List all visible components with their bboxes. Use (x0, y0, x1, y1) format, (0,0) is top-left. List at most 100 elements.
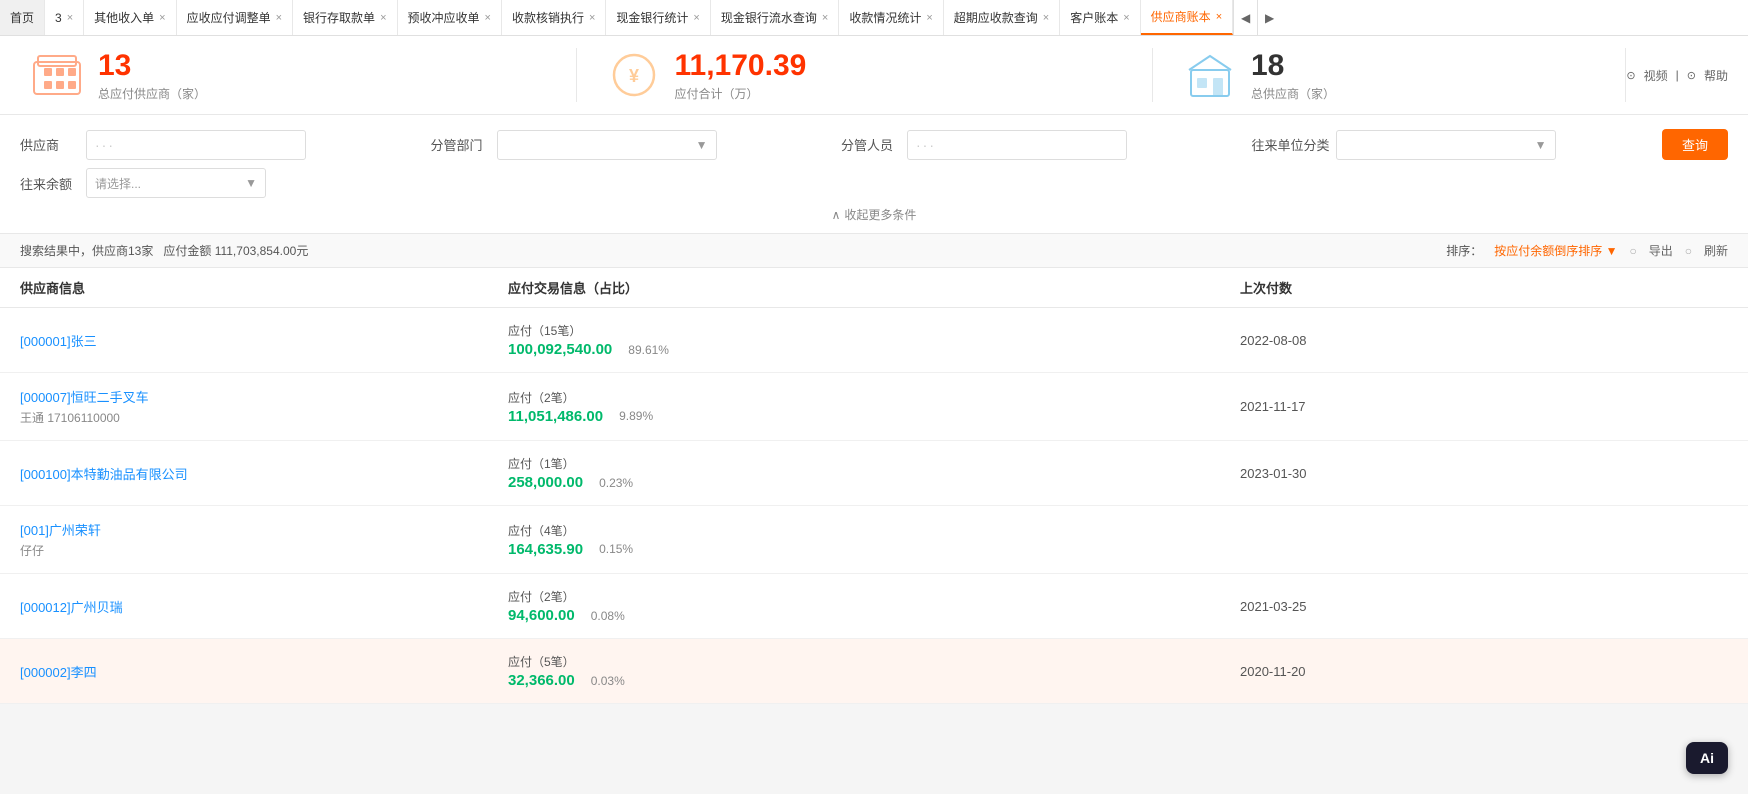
tx-label-5: 应付（2笔） (508, 588, 1240, 605)
table-row: [000001]张三 应付（15笔） 100,092,540.00 89.61%… (0, 308, 1748, 373)
tx-percent-1: 89.61% (628, 343, 669, 357)
nav-customer-account[interactable]: 客户账本 × (1060, 0, 1140, 35)
nav-payable-adjust-close[interactable]: × (276, 12, 282, 24)
supplier-link-4[interactable]: [001]广州荣轩 (20, 523, 101, 538)
chevron-down-icon-3: ▼ (245, 176, 257, 190)
nav-cash-bank-stat-close[interactable]: × (693, 12, 699, 24)
chevron-down-icon-2: ▼ (1535, 138, 1547, 152)
supplier-cell: [000001]张三 (20, 331, 508, 350)
filter-unit-class-select[interactable]: ▼ (1336, 130, 1556, 160)
top-navigation: 首页 3 × 其他收入单 × 应收应付调整单 × 银行存取款单 × 预收冲应收单… (0, 0, 1748, 36)
col-tx-info: 应付交易信息（占比） (508, 278, 1240, 297)
supplier-link-3[interactable]: [000100]本特勤油品有限公司 (20, 467, 188, 482)
stats-row: 13 总应付供应商（家） ¥ 11,170.39 应付合计（万） 18 (0, 36, 1748, 115)
filter-supplier-input[interactable]: ··· (86, 130, 306, 160)
tx-cell-2: 应付（2笔） 11,051,486.00 9.89% (508, 389, 1240, 425)
collapse-row[interactable]: ∧ 收起更多条件 (20, 206, 1728, 223)
last-pay-6: 2020-11-20 (1240, 664, 1728, 679)
supplier-link-1[interactable]: [000001]张三 (20, 334, 97, 349)
nav-supplier-account-label: 供应商账本 (1151, 8, 1211, 25)
tx-percent-3: 0.23% (599, 476, 633, 490)
ai-badge-label: Ai (1700, 750, 1714, 766)
tx-label-4: 应付（4笔） (508, 522, 1240, 539)
sort-value[interactable]: 按应付余额倒序排序 ▼ (1494, 242, 1617, 259)
stat-payable-amount-label: 应付合计（万） (675, 85, 807, 102)
tx-percent-6: 0.03% (591, 674, 625, 688)
filter-balance-label: 往来余额 (20, 174, 80, 193)
nav-supplier-account-close[interactable]: × (1216, 11, 1222, 23)
store-icon (1183, 48, 1237, 102)
nav-collect-stat[interactable]: 收款情况统计 × (839, 0, 943, 35)
tx-label-3: 应付（1笔） (508, 455, 1240, 472)
supplier-cell-2: [000007]恒旺二手叉车 王通 17106110000 (20, 387, 508, 426)
filter-dept-label: 分管部门 (431, 135, 491, 154)
svg-text:¥: ¥ (628, 66, 638, 86)
nav-collect-execute-close[interactable]: × (589, 12, 595, 24)
circle-icon-video: ⊙ (1626, 69, 1635, 82)
filter-balance-select[interactable]: 请选择... ▼ (86, 168, 266, 198)
nav-tab3-label: 3 (55, 11, 62, 25)
filter-person-input[interactable]: ··· (907, 130, 1127, 160)
result-amount: 应付金额 111,703,854.00元 (163, 242, 308, 259)
nav-bank-deposit[interactable]: 银行存取款单 × (293, 0, 397, 35)
nav-cash-bank-stat[interactable]: 现金银行统计 × (606, 0, 710, 35)
filter-dept: 分管部门 ▼ (431, 130, 832, 160)
nav-collect-execute[interactable]: 收款核销执行 × (502, 0, 606, 35)
tx-cell-1: 应付（15笔） 100,092,540.00 89.61% (508, 322, 1240, 358)
filter-balance-placeholder: 请选择... (95, 175, 141, 192)
filter-row-1: 供应商 ··· 分管部门 ▼ 分管人员 ··· 往来单位分类 ▼ (20, 129, 1728, 160)
filter-person-label: 分管人员 (841, 135, 901, 154)
supplier-link-6[interactable]: [000002]李四 (20, 665, 97, 680)
tx-amount-3[interactable]: 258,000.00 (508, 474, 583, 491)
query-button[interactable]: 查询 (1662, 129, 1728, 160)
nav-tab3-close[interactable]: × (67, 12, 73, 24)
nav-cash-bank-flow[interactable]: 现金银行流水查询 × (711, 0, 839, 35)
result-bar: 搜索结果中，供应商13家 应付金额 111,703,854.00元 排序： 按应… (0, 234, 1748, 268)
table-row: [000100]本特勤油品有限公司 应付（1笔） 258,000.00 0.23… (0, 441, 1748, 506)
ai-badge[interactable]: Ai (1686, 742, 1728, 774)
nav-supplier-account[interactable]: 供应商账本 × (1141, 0, 1233, 35)
tx-amount-4[interactable]: 164,635.90 (508, 541, 583, 558)
tx-amount-6[interactable]: 32,366.00 (508, 672, 575, 689)
filter-supplier: 供应商 ··· (20, 130, 421, 160)
nav-other-income[interactable]: 其他收入单 × (84, 0, 176, 35)
tx-row-2: 11,051,486.00 9.89% (508, 408, 1240, 425)
nav-advance-collect-close[interactable]: × (485, 12, 491, 24)
filter-dept-select[interactable]: ▼ (497, 130, 717, 160)
tx-amount-1[interactable]: 100,092,540.00 (508, 341, 612, 358)
video-link[interactable]: 视频 (1644, 67, 1668, 84)
nav-other-income-close[interactable]: × (159, 12, 165, 24)
nav-arrow-left[interactable]: ◀ (1233, 0, 1257, 35)
nav-home[interactable]: 首页 (0, 0, 45, 35)
stat-payable-suppliers-number: 13 (98, 49, 206, 82)
nav-payable-adjust[interactable]: 应收应付调整单 × (177, 0, 293, 35)
supplier-cell-4: [001]广州荣轩 仔仔 (20, 520, 508, 559)
collapse-icon: ∧ (832, 208, 841, 222)
nav-arrow-right[interactable]: ▶ (1257, 0, 1281, 35)
supplier-link-5[interactable]: [000012]广州贝瑞 (20, 600, 123, 615)
nav-bank-deposit-close[interactable]: × (380, 12, 386, 24)
table-row: [000012]广州贝瑞 应付（2笔） 94,600.00 0.08% 2021… (0, 574, 1748, 639)
sort-arrow-icon: ▼ (1606, 244, 1618, 258)
refresh-icon: ○ (1685, 244, 1692, 258)
nav-overdue-collect[interactable]: 超期应收款查询 × (944, 0, 1060, 35)
filter-area: 供应商 ··· 分管部门 ▼ 分管人员 ··· 往来单位分类 ▼ (0, 115, 1748, 234)
nav-tab3[interactable]: 3 × (45, 0, 84, 35)
export-button[interactable]: 导出 (1649, 242, 1673, 259)
tx-amount-5[interactable]: 94,600.00 (508, 607, 575, 624)
tx-cell-3: 应付（1笔） 258,000.00 0.23% (508, 455, 1240, 491)
nav-customer-account-label: 客户账本 (1070, 9, 1118, 26)
nav-advance-collect[interactable]: 预收冲应收单 × (398, 0, 502, 35)
refresh-button[interactable]: 刷新 (1704, 242, 1728, 259)
filter-supplier-dots: ··· (95, 137, 115, 153)
last-pay-5: 2021-03-25 (1240, 599, 1728, 614)
filter-unit-class-label: 往来单位分类 (1252, 135, 1330, 154)
supplier-link-2[interactable]: [000007]恒旺二手叉车 (20, 390, 149, 405)
circle-icon-help: ⊙ (1687, 69, 1696, 82)
nav-cash-bank-flow-close[interactable]: × (822, 12, 828, 24)
tx-amount-2[interactable]: 11,051,486.00 (508, 408, 603, 425)
nav-customer-account-close[interactable]: × (1123, 12, 1129, 24)
nav-collect-stat-close[interactable]: × (926, 12, 932, 24)
nav-overdue-collect-close[interactable]: × (1043, 12, 1049, 24)
help-link[interactable]: 帮助 (1704, 67, 1728, 84)
